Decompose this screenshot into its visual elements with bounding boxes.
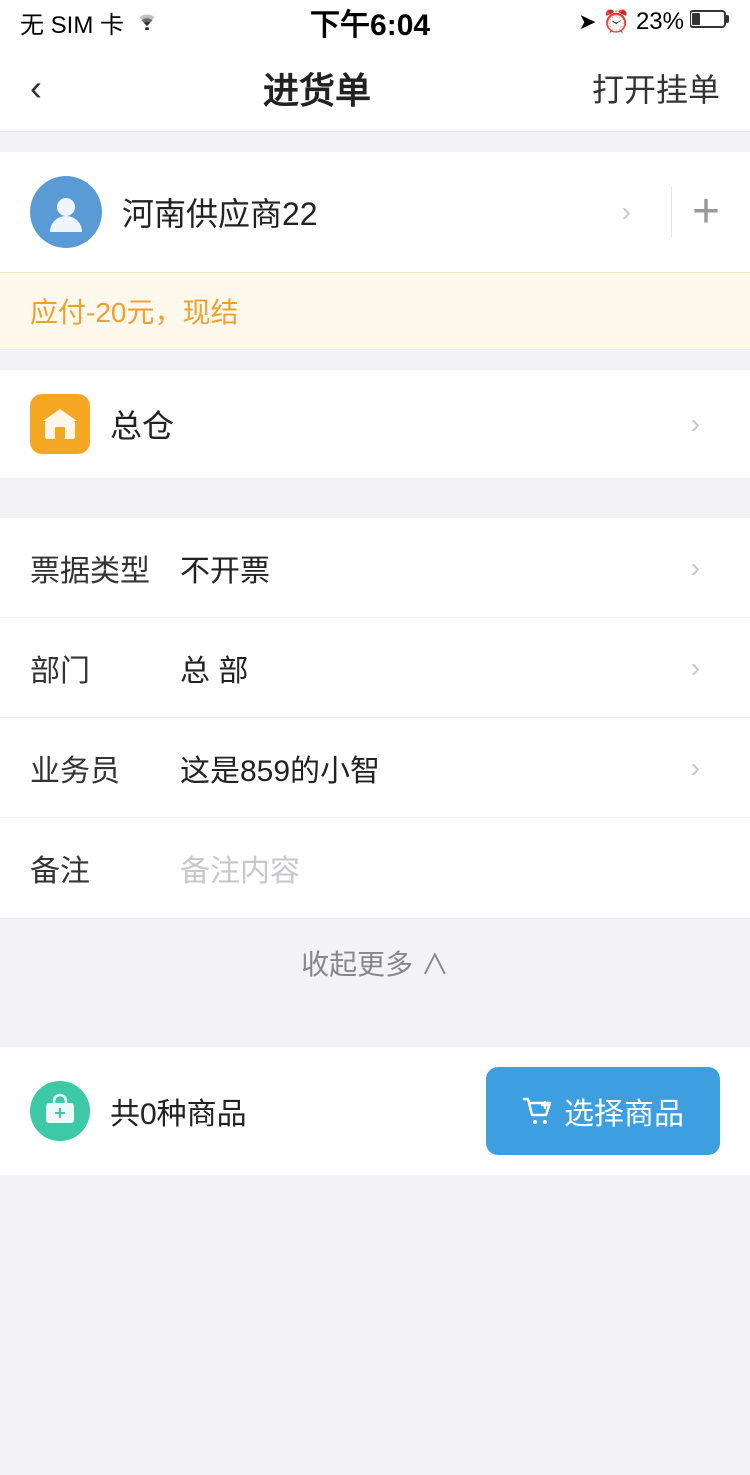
warehouse-icon <box>30 394 90 454</box>
warehouse-row[interactable]: 总仓 › <box>0 370 750 478</box>
invoice-label: 票据类型 <box>30 546 180 590</box>
cart-icon <box>522 1097 554 1125</box>
open-pending-button[interactable]: 打开挂单 <box>592 65 720 111</box>
product-count: 共0种商品 <box>110 1089 486 1133</box>
salesman-label: 业务员 <box>30 746 180 790</box>
vertical-divider <box>671 187 672 237</box>
select-product-button[interactable]: 选择商品 <box>486 1067 720 1155</box>
product-icon <box>30 1081 90 1141</box>
salesman-value: 这是859的小智 <box>180 746 691 790</box>
warehouse-name: 总仓 <box>110 401 691 447</box>
collapse-label: 收起更多 ∧ <box>301 949 449 980</box>
page-title: 进货单 <box>263 62 371 114</box>
alarm-icon: ⏰ <box>603 9 630 35</box>
location-icon: ➤ <box>578 9 596 35</box>
warehouse-section: 总仓 › <box>0 370 750 478</box>
invoice-chevron-icon: › <box>691 552 700 584</box>
invoice-value: 不开票 <box>180 546 691 590</box>
nav-bar: ‹ 进货单 打开挂单 <box>0 44 750 132</box>
department-chevron-icon: › <box>691 652 700 684</box>
add-supplier-button[interactable]: + <box>692 188 720 236</box>
back-button[interactable]: ‹ <box>30 67 42 109</box>
notice-text: 应付-20元，现结 <box>30 297 238 328</box>
supplier-row[interactable]: 河南供应商22 › + <box>0 152 750 272</box>
status-right: ➤ ⏰ 23% <box>578 8 730 36</box>
battery-icon <box>690 8 730 36</box>
collapse-bar[interactable]: 收起更多 ∧ <box>0 918 750 1007</box>
gray-bg <box>0 1175 750 1475</box>
section-gap-4 <box>0 1007 750 1027</box>
salesman-chevron-icon: › <box>691 752 700 784</box>
status-left: 无 SIM 卡 <box>20 5 162 40</box>
remark-label: 备注 <box>30 846 180 890</box>
section-gap-3 <box>0 478 750 498</box>
department-row[interactable]: 部门 总 部 › <box>0 618 750 718</box>
warehouse-chevron-icon: › <box>691 408 700 440</box>
salesman-row[interactable]: 业务员 这是859的小智 › <box>0 718 750 818</box>
supplier-name: 河南供应商22 <box>122 189 622 235</box>
form-section: 票据类型 不开票 › 部门 总 部 › 业务员 这是859的小智 › 备注 备注… <box>0 518 750 918</box>
remark-input[interactable]: 备注内容 <box>180 846 720 890</box>
supplier-avatar <box>30 176 102 248</box>
battery-label: 23% <box>636 8 684 36</box>
section-gap-2 <box>0 350 750 370</box>
bottom-bar: 共0种商品 选择商品 <box>0 1047 750 1175</box>
time-label: 下午6:04 <box>310 0 430 44</box>
remark-row[interactable]: 备注 备注内容 <box>0 818 750 918</box>
status-bar: 无 SIM 卡 下午6:04 ➤ ⏰ 23% <box>0 0 750 44</box>
invoice-row[interactable]: 票据类型 不开票 › <box>0 518 750 618</box>
department-label: 部门 <box>30 646 180 690</box>
supplier-section: 河南供应商22 › + 应付-20元，现结 <box>0 152 750 350</box>
select-product-label: 选择商品 <box>564 1089 684 1133</box>
carrier-label: 无 SIM 卡 <box>20 5 124 40</box>
department-value: 总 部 <box>180 646 691 690</box>
notice-bar: 应付-20元，现结 <box>0 272 750 350</box>
section-gap-1 <box>0 132 750 152</box>
supplier-chevron-icon: › <box>622 196 631 228</box>
wifi-icon <box>132 8 162 37</box>
